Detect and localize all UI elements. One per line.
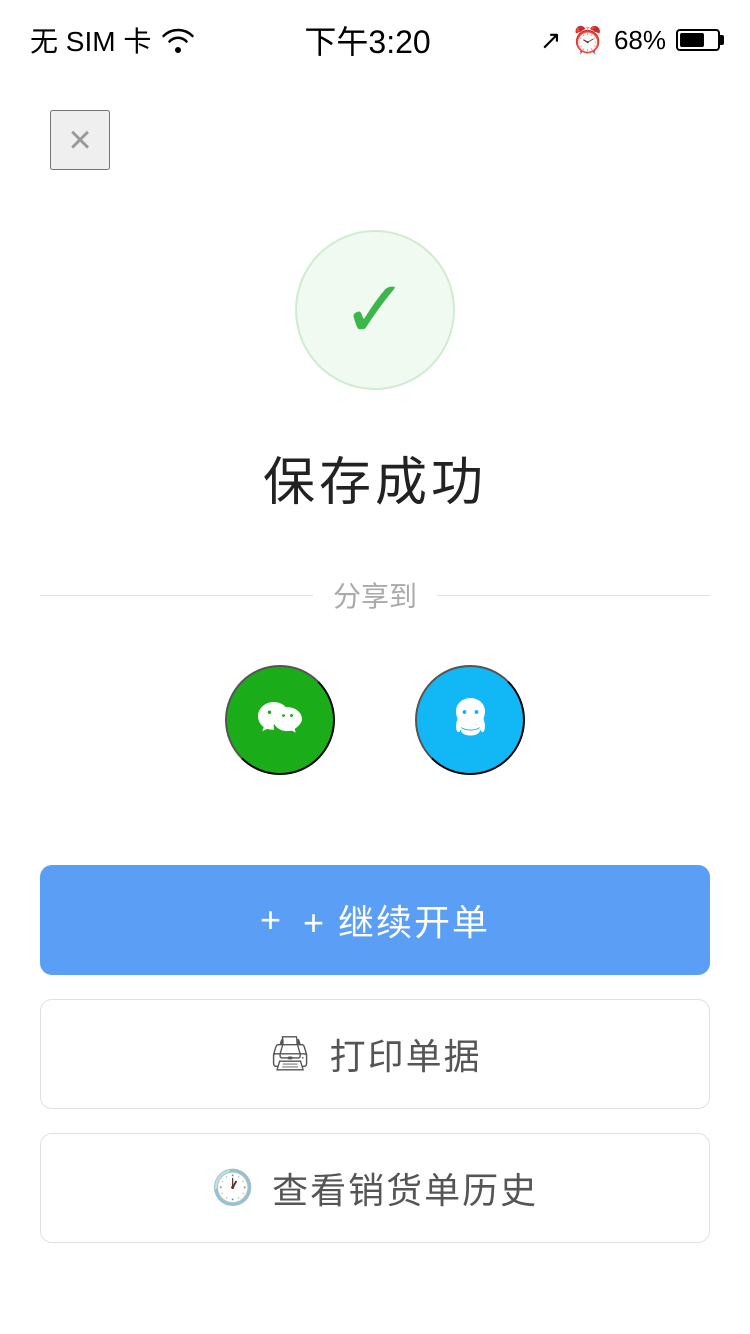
share-icons-row [225, 665, 525, 775]
print-label: 打印单据 [330, 1028, 482, 1080]
print-button[interactable]: 🖨 打印单据 [40, 999, 710, 1109]
print-icon: 🖨 [268, 1034, 313, 1074]
alarm-icon: ⏰ [572, 25, 604, 56]
action-buttons: + + 继续开单 🖨 打印单据 🕐 查看销货单历史 [40, 865, 710, 1243]
wifi-icon [161, 27, 195, 53]
wechat-icon [248, 688, 313, 753]
carrier-label: 无 SIM 卡 [30, 20, 151, 60]
share-label: 分享到 [333, 575, 417, 615]
success-title: 保存成功 [263, 440, 487, 515]
main-content: × ✓ 保存成功 分享到 [0, 80, 750, 1334]
share-section: 分享到 [40, 575, 710, 835]
qq-share-button[interactable] [415, 665, 525, 775]
status-bar: 无 SIM 卡 下午3:20 ↗ ⏰ 68% [0, 0, 750, 80]
battery-icon [676, 29, 720, 51]
location-icon: ↗ [540, 25, 562, 56]
wechat-share-button[interactable] [225, 665, 335, 775]
plus-icon: + [260, 899, 283, 941]
close-button[interactable]: × [50, 110, 110, 170]
battery-pct: 68% [614, 25, 666, 56]
continue-button[interactable]: + + 继续开单 [40, 865, 710, 975]
status-left: 无 SIM 卡 [30, 20, 195, 60]
qq-icon [438, 688, 503, 753]
status-right: ↗ ⏰ 68% [540, 25, 720, 56]
close-icon: × [68, 120, 91, 160]
continue-label: + 继续开单 [303, 894, 490, 946]
divider-line-right [437, 595, 710, 596]
history-label: 查看销货单历史 [272, 1162, 538, 1214]
time-display: 下午3:20 [304, 17, 430, 63]
divider-line-left [40, 595, 313, 596]
history-button[interactable]: 🕐 查看销货单历史 [40, 1133, 710, 1243]
history-icon: 🕐 [212, 1168, 256, 1208]
share-divider: 分享到 [40, 575, 710, 615]
success-icon-wrapper: ✓ [295, 230, 455, 390]
success-checkmark-icon: ✓ [341, 270, 408, 350]
